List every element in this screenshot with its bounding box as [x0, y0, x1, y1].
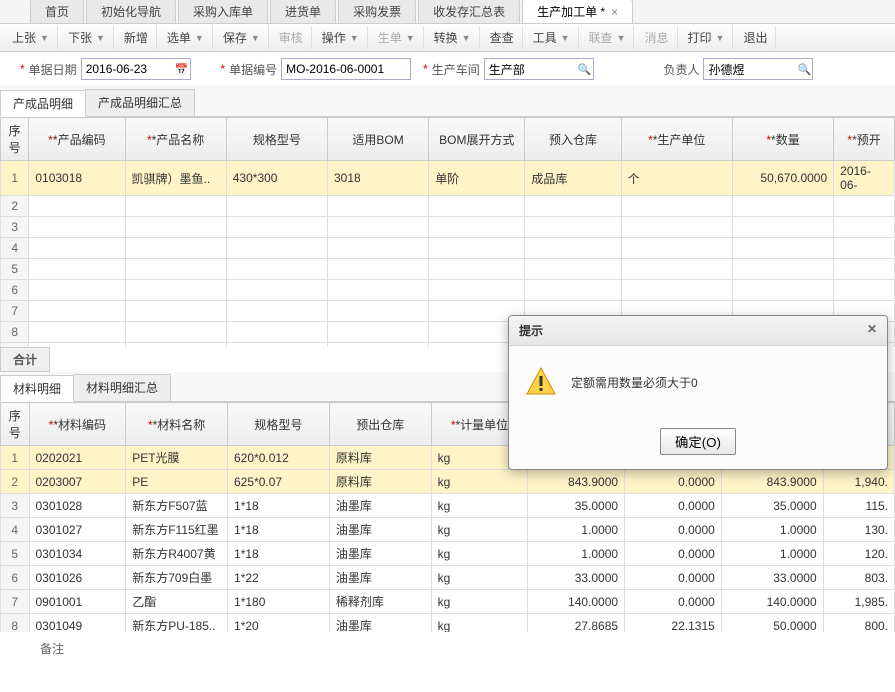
convert-button[interactable]: 转换▼ [426, 26, 480, 49]
material-row[interactable]: 60301026新东方709白墨1*22油墨库kg33.00000.000033… [1, 566, 895, 590]
chevron-down-icon: ▼ [251, 33, 260, 43]
material-row[interactable]: 70901001乙酯1*180稀释剂库kg140.00000.0000140.0… [1, 590, 895, 614]
search-icon[interactable]: 🔍 [797, 63, 811, 76]
tab-product-summary[interactable]: 产成品明细汇总 [85, 89, 195, 116]
chevron-down-icon: ▼ [716, 33, 725, 43]
tab-goods-in[interactable]: 进货单 [270, 0, 336, 23]
chevron-down-icon: ▼ [561, 33, 570, 43]
prev-button[interactable]: 上张▼ [4, 26, 58, 49]
col-in-warehouse[interactable]: 预入仓库 [525, 118, 621, 161]
audit-button[interactable]: 审核 [271, 26, 312, 49]
link-button[interactable]: 联查▼ [581, 26, 635, 49]
col-material-code[interactable]: **材料编码 [29, 403, 126, 446]
date-label: 单据日期 [29, 61, 77, 78]
dialog-title: 提示 [519, 322, 543, 339]
material-row[interactable]: 50301034新东方R4007黄1*18油墨库kg1.00000.00001.… [1, 542, 895, 566]
col-qty[interactable]: **数量 [732, 118, 833, 161]
material-row[interactable]: 30301028新东方F507蓝1*18油墨库kg35.00000.000035… [1, 494, 895, 518]
tools-button[interactable]: 工具▼ [525, 26, 579, 49]
chevron-down-icon: ▼ [350, 33, 359, 43]
col-material-name[interactable]: **材料名称 [126, 403, 228, 446]
product-row[interactable]: 10103018凯骐牌）墨鱼..430*3003018单阶成品库个50,670.… [1, 161, 895, 196]
tab-material-summary[interactable]: 材料明细汇总 [73, 374, 171, 401]
message-button[interactable]: 消息 [636, 26, 677, 49]
toolbar: 上张▼ 下张▼ 新增 选单▼ 保存▼ 审核 操作▼ 生单▼ 转换▼ 查查 工具▼… [0, 24, 895, 52]
alert-dialog: 提示 ✕ 定额需用数量必须大于0 确定(O) [508, 315, 888, 470]
col-unit[interactable]: **生产单位 [621, 118, 732, 161]
exit-button[interactable]: 退出 [735, 26, 776, 49]
close-icon[interactable]: ✕ [867, 322, 877, 339]
empty-row[interactable]: 2 [1, 196, 895, 217]
select-button[interactable]: 选单▼ [159, 26, 213, 49]
doc-no-input[interactable] [281, 58, 411, 80]
col-out-warehouse[interactable]: 预出仓库 [329, 403, 431, 446]
col-seq[interactable]: 序号 [1, 403, 30, 446]
tab-summary[interactable]: 收发存汇总表 [418, 0, 520, 23]
col-date[interactable]: **预开 [834, 118, 895, 161]
tab-production-order[interactable]: 生产加工单 *× [522, 0, 633, 23]
product-subtabs: 产成品明细 产成品明细汇总 [0, 87, 895, 117]
empty-row[interactable]: 3 [1, 217, 895, 238]
empty-row[interactable]: 4 [1, 238, 895, 259]
tab-material-detail[interactable]: 材料明细 [0, 375, 74, 402]
doc-no-label: 单据编号 [229, 61, 277, 78]
document-tabs: 首页 初始化导航 采购入库单 进货单 采购发票 收发存汇总表 生产加工单 *× [0, 0, 895, 24]
empty-row[interactable]: 6 [1, 280, 895, 301]
tab-purchase-invoice[interactable]: 采购发票 [338, 0, 416, 23]
chevron-down-icon: ▼ [96, 33, 105, 43]
col-bom-expand[interactable]: BOM展开方式 [429, 118, 525, 161]
search-icon[interactable]: 🔍 [578, 63, 592, 76]
tab-purchase-in[interactable]: 采购入库单 [178, 0, 268, 23]
dialog-message: 定额需用数量必须大于0 [571, 374, 698, 391]
col-spec[interactable]: 规格型号 [226, 118, 327, 161]
chevron-down-icon: ▼ [40, 33, 49, 43]
new-button[interactable]: 新增 [116, 26, 157, 49]
col-spec[interactable]: 规格型号 [228, 403, 330, 446]
header-form: *单据日期 📅 *单据编号 *生产车间 🔍 负责人 🔍 [0, 52, 895, 87]
empty-row[interactable]: 5 [1, 259, 895, 280]
chevron-down-icon: ▼ [406, 33, 415, 43]
owner-label: 负责人 [663, 61, 699, 78]
print-button[interactable]: 打印▼ [680, 26, 734, 49]
total-label: 合计 [0, 347, 50, 372]
tab-home[interactable]: 首页 [30, 0, 84, 23]
col-product-code[interactable]: **产品编码 [29, 118, 125, 161]
calendar-icon[interactable]: 📅 [175, 63, 189, 76]
query-button[interactable]: 查查 [482, 26, 523, 49]
material-row[interactable]: 80301049新东方PU-185..1*20油墨库kg27.868522.13… [1, 614, 895, 633]
material-row[interactable]: 20203007PE625*0.07原料库kg843.90000.0000843… [1, 470, 895, 494]
chevron-down-icon: ▼ [617, 33, 626, 43]
close-icon[interactable]: × [611, 5, 618, 19]
chevron-down-icon: ▼ [195, 33, 204, 43]
ok-button[interactable]: 确定(O) [660, 428, 736, 455]
operate-button[interactable]: 操作▼ [314, 26, 368, 49]
generate-button[interactable]: 生单▼ [370, 26, 424, 49]
tab-product-detail[interactable]: 产成品明细 [0, 90, 86, 117]
col-seq[interactable]: 序号 [1, 118, 29, 161]
material-row[interactable]: 40301027新东方F115红墨1*18油墨库kg1.00000.00001.… [1, 518, 895, 542]
next-button[interactable]: 下张▼ [60, 26, 114, 49]
warning-icon [525, 366, 557, 398]
col-product-name[interactable]: **产品名称 [125, 118, 226, 161]
chevron-down-icon: ▼ [462, 33, 471, 43]
product-grid: 序号 **产品编码 **产品名称 规格型号 适用BOM BOM展开方式 预入仓库… [0, 117, 895, 347]
tab-init[interactable]: 初始化导航 [86, 0, 176, 23]
col-bom[interactable]: 适用BOM [327, 118, 428, 161]
footer-note: 备注 [0, 632, 895, 665]
workshop-label: 生产车间 [432, 61, 480, 78]
save-button[interactable]: 保存▼ [215, 26, 269, 49]
